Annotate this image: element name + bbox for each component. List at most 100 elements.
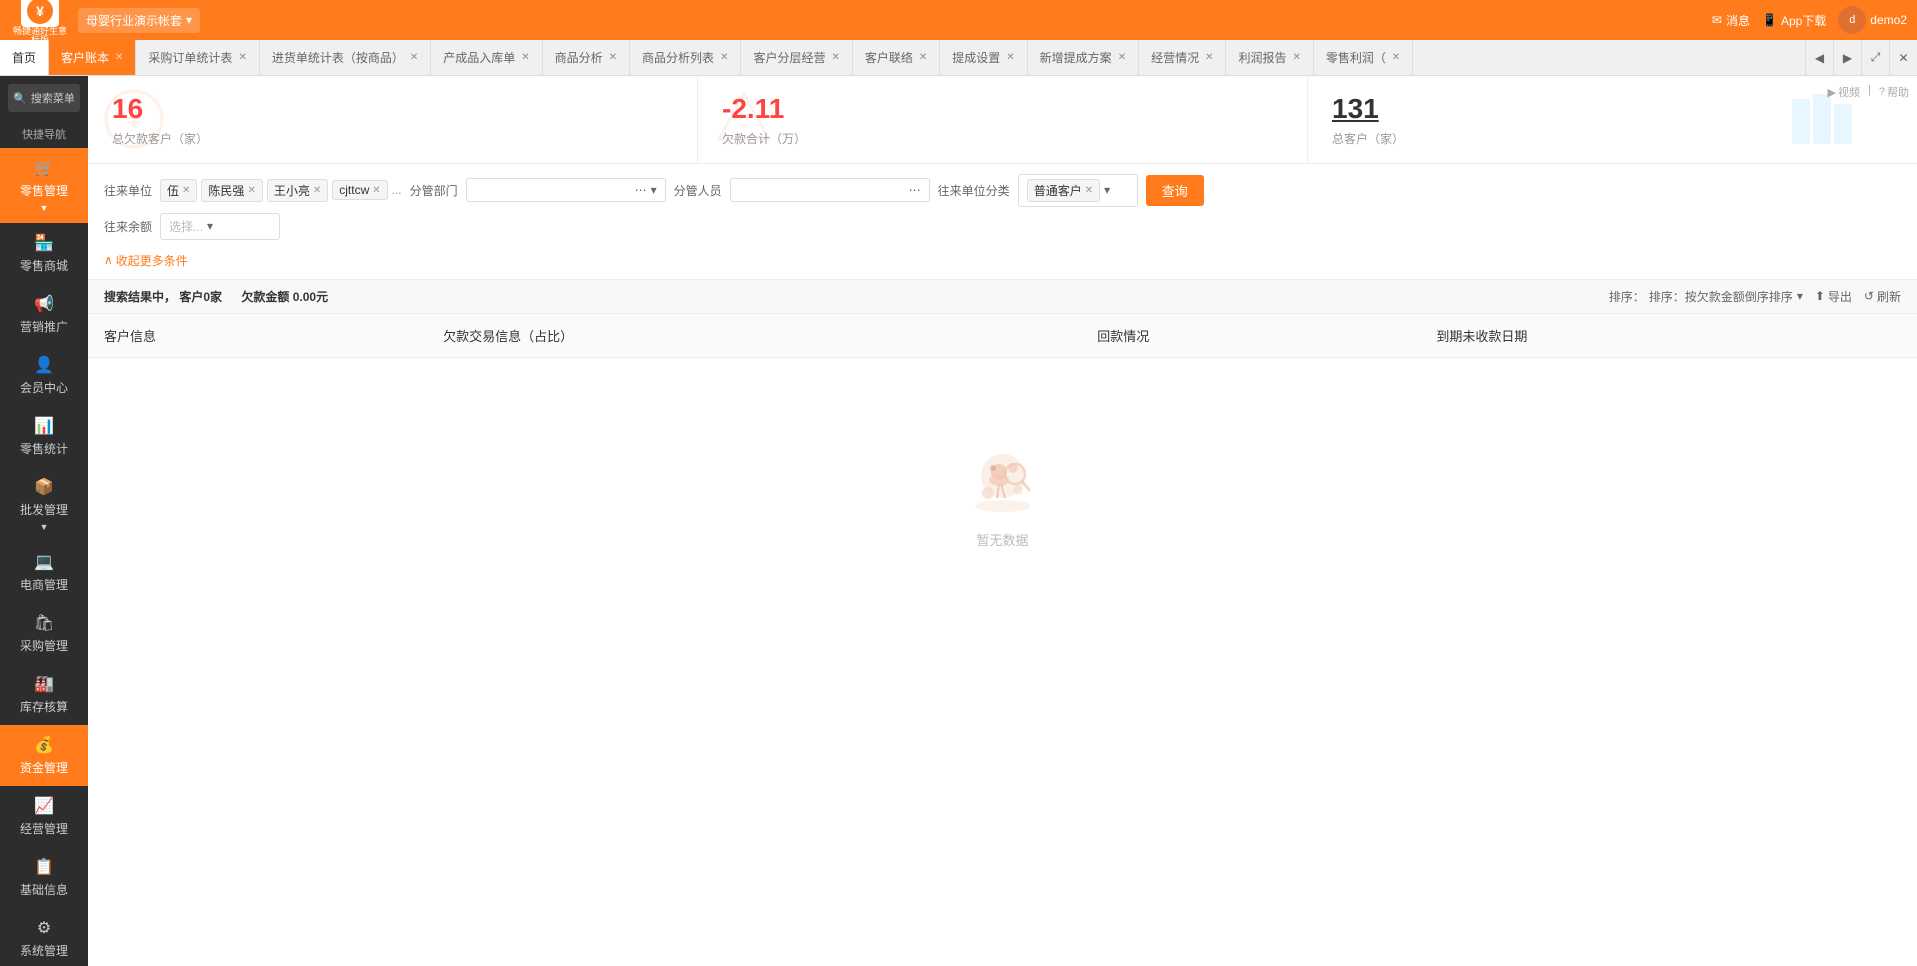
person-label: 分管人员 — [674, 182, 722, 199]
user-profile[interactable]: d demo2 — [1838, 6, 1907, 34]
tag-close-icon[interactable]: ✕ — [247, 185, 255, 196]
svg-text:¥: ¥ — [36, 3, 44, 19]
close-icon[interactable]: ✕ — [919, 52, 927, 63]
sidebar-item-batch[interactable]: 📦 批发管理 ▼ — [0, 467, 88, 542]
video-help-button[interactable]: ▶ 视频 — [1828, 84, 1860, 100]
th-repayment: 回款情况 — [1081, 314, 1420, 358]
expand-icon: ⋯ — [909, 183, 921, 197]
sidebar-item-marketing[interactable]: 📢 营销推广 — [0, 284, 88, 345]
stat-overdue-customers: ¥ 16 总欠款客户（家） — [88, 76, 698, 163]
close-icon[interactable]: ✕ — [410, 52, 418, 63]
close-icon[interactable]: ✕ — [521, 52, 529, 63]
sidebar-item-finance[interactable]: 💰 资金管理 — [0, 725, 88, 786]
nav-expand-button[interactable]: ⤢ — [1861, 40, 1889, 76]
department-select[interactable]: ⋯ ▾ — [466, 178, 666, 202]
sidebar-item-system[interactable]: ⚙ 系统管理 — [0, 908, 88, 966]
tab-customer-contact[interactable]: 客户联络 ✕ — [853, 40, 940, 76]
close-icon[interactable]: ✕ — [1293, 52, 1301, 63]
tab-home[interactable]: 首页 — [0, 40, 49, 76]
th-customer-info: 客户信息 — [88, 314, 427, 358]
nav-close-all-button[interactable]: ✕ — [1889, 40, 1917, 76]
tab-goods-analysis[interactable]: 商品分析 ✕ — [543, 40, 630, 76]
tab-purchase-order[interactable]: 采购订单统计表 ✕ — [136, 40, 259, 76]
tab-customer-book[interactable]: 客户账本 ✕ — [49, 40, 136, 76]
category-tag: 普通客户 ✕ — [1027, 179, 1100, 202]
tag-close-icon[interactable]: ✕ — [313, 185, 321, 196]
sidebar-item-ecommerce[interactable]: 💻 电商管理 — [0, 542, 88, 603]
app-download-button[interactable]: 📱 App下载 — [1762, 12, 1826, 29]
sidebar-item-inventory[interactable]: 🏭 库存核算 — [0, 664, 88, 725]
tag-close-icon[interactable]: ✕ — [182, 185, 190, 196]
sidebar-item-operations[interactable]: 📈 经营管理 — [0, 786, 88, 847]
sidebar-item-retail-stats[interactable]: 📊 零售统计 — [0, 406, 88, 467]
th-overdue-date: 到期未收款日期 — [1420, 314, 1917, 358]
chevron-down-icon: ▾ — [1797, 289, 1803, 303]
tab-production-inbound[interactable]: 产成品入库单 ✕ — [431, 40, 542, 76]
query-button[interactable]: 查询 — [1146, 175, 1204, 206]
nav-tabs: 首页 客户账本 ✕ 采购订单统计表 ✕ 进货单统计表（按商品） ✕ 产成品入库单… — [0, 40, 1917, 76]
sidebar-item-basic-info[interactable]: 📋 基础信息 — [0, 847, 88, 908]
search-menu-button[interactable]: 🔍 搜索菜单 — [8, 84, 80, 112]
sidebar-item-member[interactable]: 👤 会员中心 — [0, 345, 88, 406]
export-button[interactable]: ⬆ 导出 — [1815, 288, 1852, 305]
table-header-row: 客户信息 欠款交易信息（占比） 回款情况 到期未收款日期 — [88, 314, 1917, 358]
quick-nav-button[interactable]: 快捷导航 — [0, 120, 88, 148]
sidebar-item-retail[interactable]: 🛒 零售管理 ▼ — [0, 148, 88, 223]
stat-total-customers: 131 总客户（家） ▶ 视频 | ? 帮助 — [1308, 76, 1917, 163]
category-close-icon[interactable]: ✕ — [1085, 185, 1093, 196]
more-tags-button[interactable]: ... — [392, 183, 402, 197]
collapse-button[interactable]: ∧ 收起更多条件 — [104, 252, 1901, 269]
stat-help: ▶ 视频 | ? 帮助 — [1828, 84, 1909, 100]
nav-prev-button[interactable]: ◀ — [1805, 40, 1833, 76]
tab-profit-report[interactable]: 利润报告 ✕ — [1226, 40, 1313, 76]
sort-select[interactable]: 排序： 排序：按欠款金额倒序排序 ▾ — [1609, 288, 1803, 305]
close-icon[interactable]: ✕ — [1205, 52, 1213, 63]
category-label: 往来单位分类 — [938, 182, 1010, 199]
tab-promotion-settings[interactable]: 提成设置 ✕ — [940, 40, 1027, 76]
refresh-button[interactable]: ↺ 刷新 — [1864, 288, 1901, 305]
close-icon[interactable]: ✕ — [1118, 52, 1126, 63]
tab-new-promotion[interactable]: 新增提成方案 ✕ — [1028, 40, 1139, 76]
chevron-down-icon: ▾ — [207, 219, 213, 233]
tab-business-status[interactable]: 经营情况 ✕ — [1139, 40, 1226, 76]
tab-customer-tier[interactable]: 客户分层经营 ✕ — [741, 40, 852, 76]
filter-tag-1: 陈民强 ✕ — [201, 179, 262, 202]
filter-bar: 往来单位 伍 ✕ 陈民强 ✕ 王小亮 ✕ cjttcw — [88, 164, 1917, 280]
sidebar-item-purchase[interactable]: 🛍 采购管理 — [0, 603, 88, 664]
search-icon: 🔍 — [13, 92, 27, 105]
tab-goods-analysis-list[interactable]: 商品分析列表 ✕ — [630, 40, 741, 76]
filter-row-2: 往来余额 选择... ▾ — [104, 213, 1901, 240]
category-select[interactable]: 普通客户 ✕ ▾ — [1018, 174, 1138, 207]
total-customers-label: 总客户（家） — [1332, 130, 1404, 147]
marketing-icon: 📢 — [34, 294, 54, 314]
nav-next-button[interactable]: ▶ — [1833, 40, 1861, 76]
department-label: 分管部门 — [410, 182, 458, 199]
account-dropdown[interactable]: 母婴行业演示帐套 ▾ — [78, 8, 200, 33]
close-icon[interactable]: ✕ — [1006, 52, 1014, 63]
close-icon[interactable]: ✕ — [831, 52, 839, 63]
filter-tag-3: cjttcw ✕ — [332, 180, 387, 200]
tab-inbound-stats[interactable]: 进货单统计表（按商品） ✕ — [260, 40, 431, 76]
close-icon[interactable]: ✕ — [115, 52, 123, 63]
remain-select[interactable]: 选择... ▾ — [160, 213, 280, 240]
export-icon: ⬆ — [1815, 289, 1825, 303]
tab-retail-profit[interactable]: 零售利润（ ✕ — [1314, 40, 1413, 76]
top-bar-left: ¥ 畅捷通好生意 标版 母婴行业演示帐套 ▾ — [10, 2, 200, 38]
chevron-right-icon: ▼ — [40, 522, 49, 532]
close-icon[interactable]: ✕ — [720, 52, 728, 63]
help-button[interactable]: ? 帮助 — [1879, 84, 1909, 100]
retail-icon: 🛒 — [34, 158, 54, 178]
system-icon: ⚙ — [37, 918, 51, 938]
close-icon[interactable]: ✕ — [238, 52, 246, 63]
app-icon: 📱 — [1762, 13, 1777, 27]
remain-label: 往来余额 — [104, 218, 152, 235]
message-button[interactable]: ✉ 消息 — [1712, 12, 1750, 29]
main-layout: 🔍 搜索菜单 快捷导航 🛒 零售管理 ▼ 🏪 零售商城 📢 营销推广 👤 会员中… — [0, 76, 1917, 966]
tag-close-icon[interactable]: ✕ — [372, 185, 380, 196]
unit-label: 往来单位 — [104, 182, 152, 199]
close-icon[interactable]: ✕ — [609, 52, 617, 63]
close-icon[interactable]: ✕ — [1392, 52, 1400, 63]
message-icon: ✉ — [1712, 13, 1722, 27]
sidebar-item-retail-shop[interactable]: 🏪 零售商城 — [0, 223, 88, 284]
person-select[interactable]: ⋯ — [730, 178, 930, 202]
